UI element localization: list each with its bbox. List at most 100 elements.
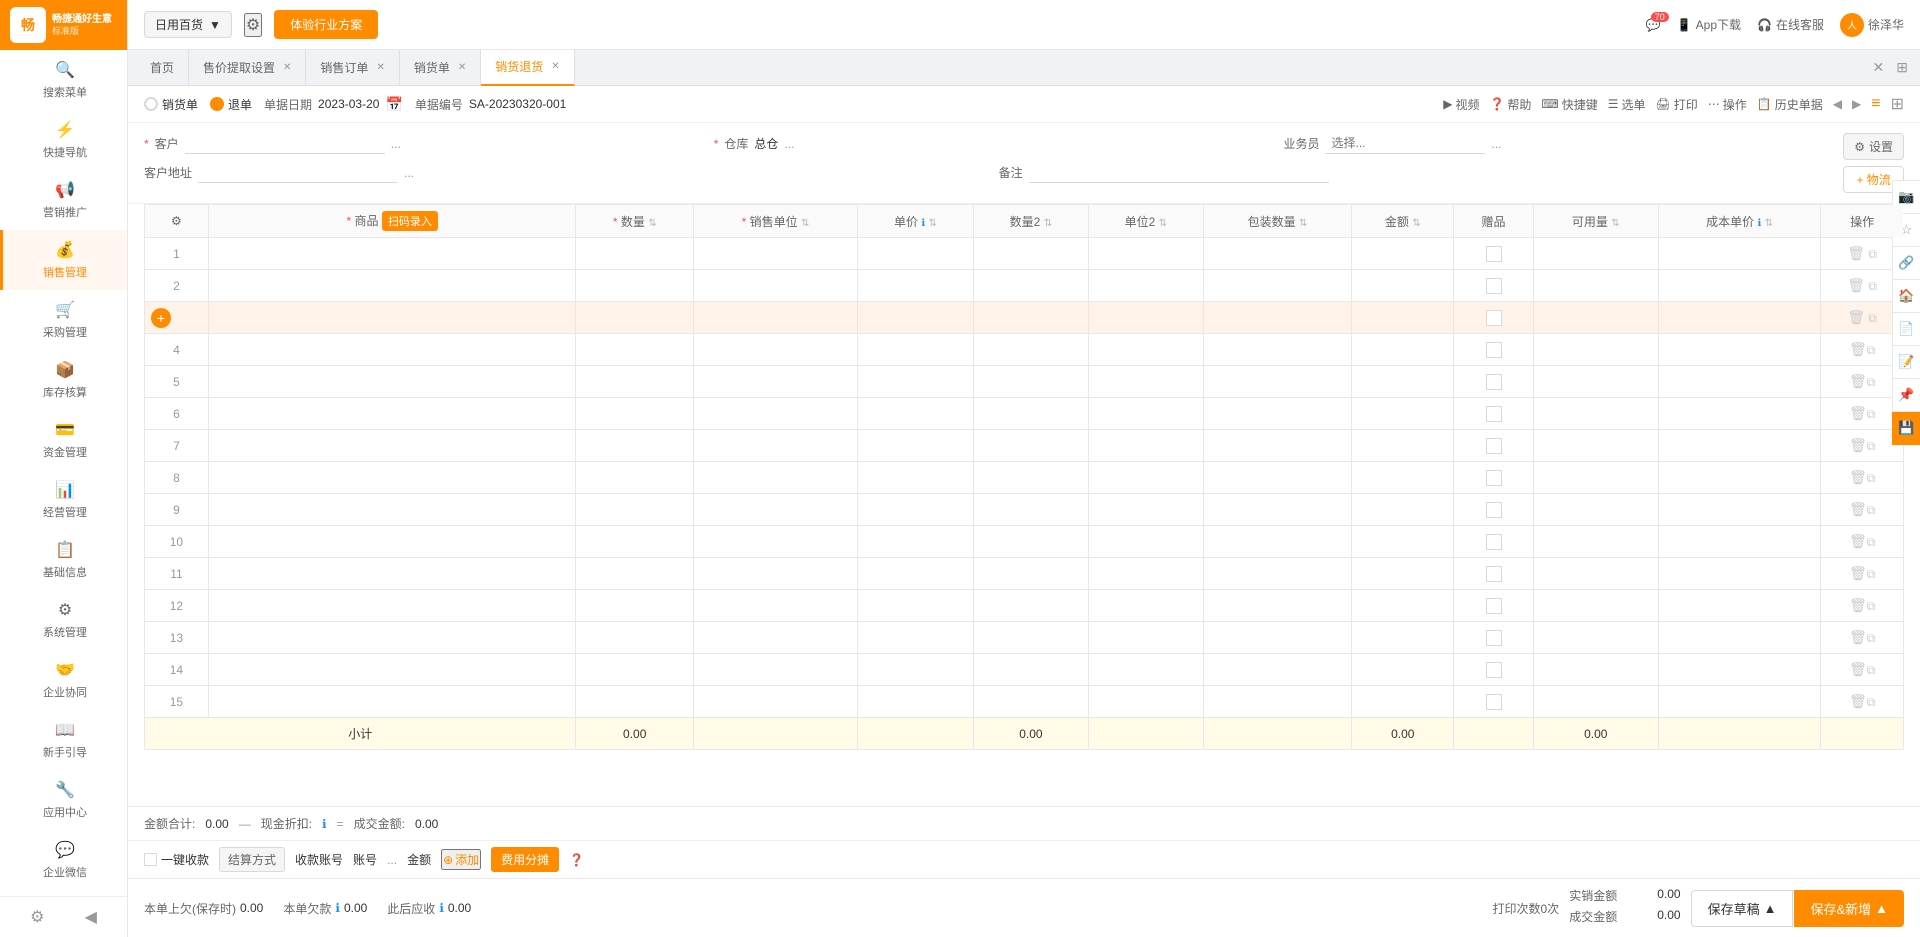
sidebar-item-inventory[interactable]: 📦 库存核算 [0,350,127,410]
cost-info-icon[interactable]: ℹ [1758,218,1762,229]
gift-checkbox-8[interactable] [1486,470,1502,486]
copy-btn-9[interactable]: ⧉ [1867,503,1876,517]
receivable-help-icon[interactable]: ℹ [439,901,444,915]
delete-btn-1[interactable]: 🗑 [1847,245,1865,261]
add-fee-button[interactable]: ⊕ 添加 [441,849,481,870]
unit-cell-1[interactable] [694,238,858,270]
radio-return[interactable]: 退单 [210,96,252,113]
gift-checkbox-9[interactable] [1486,502,1502,518]
unit2-cell-active[interactable] [1088,302,1203,334]
tab-sales-order[interactable]: 销售订单 ✕ [306,50,399,86]
copy-btn-15[interactable]: ⧉ [1867,695,1876,709]
th-settings[interactable]: ⚙ [145,205,209,238]
sidebar-item-shortcut[interactable]: ⚡ 快捷导航 [0,110,127,170]
sidebar-item-operation[interactable]: 📊 经营管理 [0,470,127,530]
tab-delivery[interactable]: 销货单 ✕ [400,50,481,86]
delete-btn-9[interactable]: 🗑 [1849,501,1867,517]
cost-sort-icon[interactable]: ⇅ [1765,218,1773,229]
side-panel-link-icon[interactable]: 🔗 [1892,247,1920,280]
avail-sort-icon[interactable]: ⇅ [1611,218,1619,229]
sidebar-item-sales[interactable]: 💰 销售管理 [0,230,127,290]
copy-btn-1[interactable]: ⧉ [1868,247,1877,261]
copy-btn-6[interactable]: ⧉ [1867,407,1876,421]
delete-btn-2[interactable]: 🗑 [1847,277,1865,293]
pkg-cell-2[interactable] [1203,270,1351,302]
product-cell-active[interactable] [208,302,576,334]
product-cell-9[interactable] [208,494,576,526]
qty2-cell-active[interactable] [973,302,1088,334]
sidebar-item-app[interactable]: 🔧 应用中心 [0,770,127,830]
sidebar-item-system[interactable]: ⚙ 系统管理 [0,590,127,650]
gift-checkbox-15[interactable] [1486,694,1502,710]
price-cell-2[interactable] [858,270,974,302]
scan-button[interactable]: 扫码录入 [382,211,438,231]
tab-price-setting[interactable]: 售价提取设置 ✕ [189,50,306,86]
save-draft-button[interactable]: 保存草稿 ▲ [1691,890,1794,927]
copy-btn-10[interactable]: ⧉ [1867,535,1876,549]
price-info-icon[interactable]: ℹ [921,218,925,229]
side-panel-home-icon[interactable]: 🏠 [1892,280,1920,313]
avail-cell-active[interactable] [1533,302,1658,334]
tab-home[interactable]: 首页 [136,50,189,86]
user-profile-action[interactable]: 人 徐泽华 [1840,13,1904,37]
avail-cell-1[interactable] [1533,238,1658,270]
settings-button[interactable]: ⚙ 设置 [1843,133,1904,160]
breadcrumb-dropdown[interactable]: 日用百货 ▼ [144,11,232,38]
video-action[interactable]: ▶ 视频 [1443,96,1479,113]
product-cell-2[interactable] [208,270,576,302]
pkg-sort-icon[interactable]: ⇅ [1299,218,1307,229]
side-panel-note-icon[interactable]: 📝 [1892,346,1920,379]
price-cell-1[interactable] [858,238,974,270]
price-cell-active[interactable] [858,302,974,334]
gift-checkbox-14[interactable] [1486,662,1502,678]
address-input[interactable] [198,162,398,183]
tab-sales-return-close-icon[interactable]: ✕ [551,61,559,72]
history-action[interactable]: 📋 历史单据 [1757,96,1823,113]
address-dots-icon[interactable]: ... [404,166,414,180]
sidebar-item-purchase[interactable]: 🛒 采购管理 [0,290,127,350]
copy-btn-14[interactable]: ⧉ [1867,663,1876,677]
product-cell-12[interactable] [208,590,576,622]
gift-cell-1[interactable] [1454,238,1533,270]
delete-btn-12[interactable]: 🗑 [1849,597,1867,613]
product-cell-13[interactable] [208,622,576,654]
copy-btn-12[interactable]: ⧉ [1867,599,1876,613]
product-cell-11[interactable] [208,558,576,590]
delete-btn-4[interactable]: 🗑 [1849,341,1867,357]
delete-btn-14[interactable]: 🗑 [1849,661,1867,677]
tab-sales-return[interactable]: 销货退货 ✕ [481,50,574,86]
tab-sales-order-close-icon[interactable]: ✕ [376,62,384,73]
unit-sort-icon[interactable]: ⇅ [801,218,809,229]
message-badge[interactable]: 💬 70 [1646,18,1661,32]
save-new-button[interactable]: 保存&新增 ▲ [1794,890,1904,927]
experience-button[interactable]: 体验行业方案 [274,10,378,39]
amount-cell-2[interactable] [1352,270,1454,302]
quantity-sort-icon[interactable]: ⇅ [648,218,656,229]
delete-btn-11[interactable]: 🗑 [1849,565,1867,581]
app-download-action[interactable]: 📱 App下载 [1677,16,1741,33]
product-cell-7[interactable] [208,430,576,462]
fee-help-icon[interactable]: ❓ [569,853,584,867]
product-input-active[interactable] [215,310,570,325]
sidebar-item-basic[interactable]: 📋 基础信息 [0,530,127,590]
product-cell-1[interactable] [208,238,576,270]
tab-price-close-icon[interactable]: ✕ [283,62,291,73]
cost-cell-1[interactable] [1658,238,1820,270]
unit-cell-2[interactable] [694,270,858,302]
product-cell-5[interactable] [208,366,576,398]
help-action[interactable]: ❓ 帮助 [1489,96,1531,113]
fee-split-button[interactable]: 费用分摊 [491,847,559,872]
delete-btn-10[interactable]: 🗑 [1849,533,1867,549]
calendar-icon[interactable]: 📅 [385,96,402,113]
warehouse-dots-icon[interactable]: ... [784,137,794,151]
amount-cell-active[interactable] [1352,302,1454,334]
cost-cell-active[interactable] [1658,302,1820,334]
gift-checkbox-12[interactable] [1486,598,1502,614]
gift-checkbox-7[interactable] [1486,438,1502,454]
amount-cell-1[interactable] [1352,238,1454,270]
gift-checkbox-13[interactable] [1486,630,1502,646]
gift-checkbox-5[interactable] [1486,374,1502,390]
copy-btn-4[interactable]: ⧉ [1867,343,1876,357]
unit2-cell-2[interactable] [1088,270,1203,302]
tab-close-all-icon[interactable]: ✕ [1869,57,1889,78]
